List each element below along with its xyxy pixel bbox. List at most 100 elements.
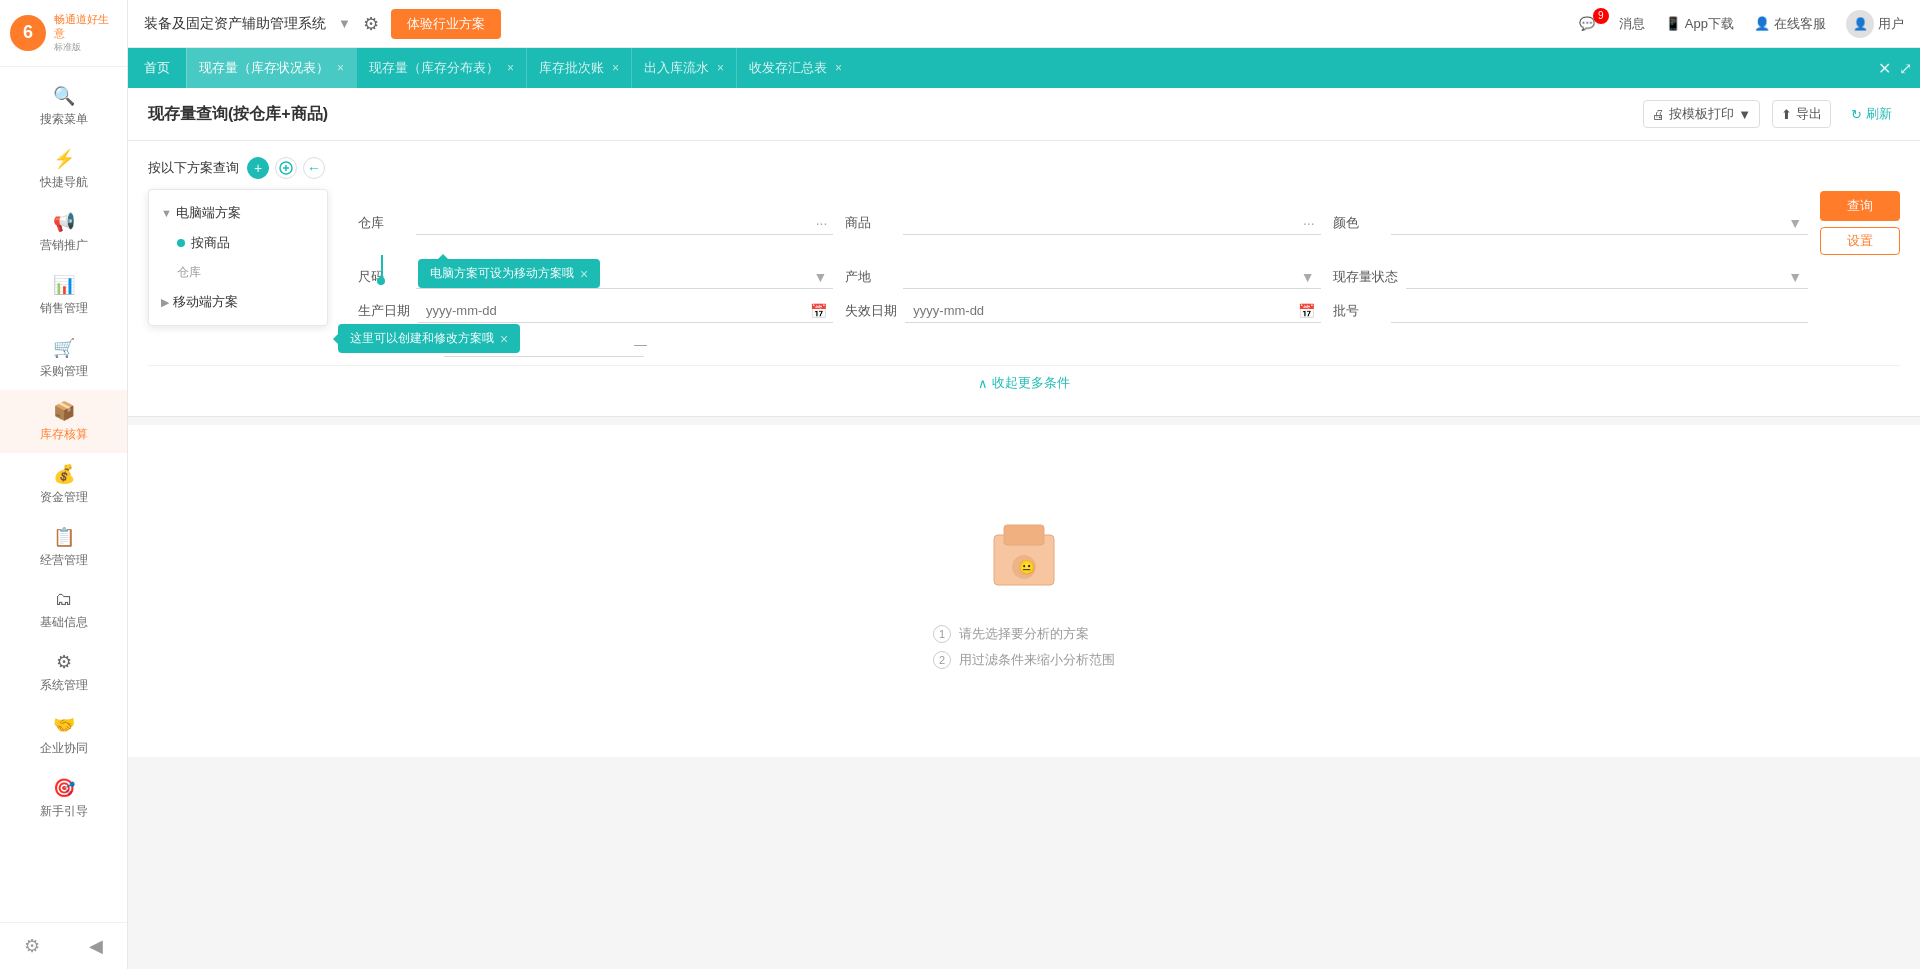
scheme-tree-desktop[interactable]: ▼ 电脑端方案 [149, 198, 327, 228]
goods-field: 商品 ··· [845, 211, 1320, 235]
tab-stock-status[interactable]: 现存量（库存状况表） × [186, 48, 356, 88]
sidebar-item-system[interactable]: ⚙ 系统管理 [0, 641, 127, 704]
settings-icon[interactable]: ⚙ [363, 13, 379, 35]
tab-expand-icon[interactable]: ⤢ [1899, 59, 1912, 78]
tab-close-all-icon[interactable]: ✕ [1878, 59, 1891, 78]
sidebar-item-basic[interactable]: 🗂 基础信息 [0, 579, 127, 641]
origin-field: 产地 ▼ [845, 265, 1320, 289]
collapse-sidebar-icon[interactable]: ◀ [89, 935, 103, 957]
print-dropdown-icon: ▼ [1738, 107, 1751, 122]
expire-date-cal-icon[interactable]: 📅 [1292, 303, 1321, 319]
tab-stock-dist[interactable]: 现存量（库存分布表） × [356, 48, 526, 88]
scheme-tree-warehouse[interactable]: 仓库 [149, 258, 327, 287]
warehouse-more-icon[interactable]: ··· [810, 215, 834, 231]
produce-date-input[interactable] [418, 299, 804, 322]
sidebar-item-finance[interactable]: 💰 资金管理 [0, 453, 127, 516]
goods-more-icon[interactable]: ··· [1297, 215, 1321, 231]
logo-text: 畅通道好生意 [54, 12, 117, 41]
stock-qty-to[interactable] [653, 333, 837, 356]
size-arrow-icon[interactable]: ▼ [807, 269, 833, 285]
finance-icon: 💰 [53, 463, 75, 485]
add-scheme-icon[interactable]: + [247, 157, 269, 179]
expire-date-input[interactable] [905, 299, 1291, 322]
enterprise-icon: 🤝 [53, 714, 75, 736]
page-header: 现存量查询(按仓库+商品) 🖨 按模板打印 ▼ ⬆ 导出 ↻ 刷新 [128, 88, 1920, 141]
tooltip2-close[interactable]: × [500, 331, 508, 347]
messages-action[interactable]: 💬 9 消息 [1579, 15, 1645, 33]
svg-text:😐: 😐 [1018, 559, 1036, 576]
color-arrow-icon[interactable]: ▼ [1782, 215, 1808, 231]
collapse-button[interactable]: ∧ 收起更多条件 [148, 365, 1900, 400]
set-button[interactable]: 设置 [1820, 227, 1900, 255]
empty-text: 1 请先选择要分析的方案 2 用过滤条件来缩小分析范围 [933, 625, 1115, 677]
marketing-icon: 📢 [53, 211, 75, 233]
sidebar-item-label: 搜索菜单 [40, 111, 88, 128]
tab-stock-dist-close[interactable]: × [507, 61, 514, 75]
tab-batch-label: 库存批次账 [539, 59, 604, 77]
sidebar-item-purchase[interactable]: 🛒 采购管理 [0, 327, 127, 390]
tab-summary[interactable]: 收发存汇总表 × [736, 48, 854, 88]
guide-icon: 🎯 [53, 777, 75, 799]
tooltip1-text: 电脑方案可设为移动方案哦 [430, 265, 574, 282]
sidebar-item-guide[interactable]: 🎯 新手引导 [0, 767, 127, 830]
tooltip-create-scheme: 这里可以创建和修改方案哦 × [338, 324, 520, 353]
tab-inout-close[interactable]: × [717, 61, 724, 75]
scheme-tree-mobile[interactable]: ▶ 移动端方案 [149, 287, 327, 317]
step1-text: 请先选择要分析的方案 [959, 625, 1089, 643]
sidebar-item-search[interactable]: 🔍 搜索菜单 [0, 75, 127, 138]
step2-num: 2 [933, 651, 951, 669]
produce-date-field: 生产日期 📅 [358, 299, 833, 323]
edit-scheme-icon[interactable] [275, 157, 297, 179]
tab-bar-end: ✕ ⤢ [1878, 59, 1920, 78]
print-icon: 🖨 [1652, 107, 1665, 122]
stock-icon: 📦 [53, 400, 75, 422]
expire-date-label: 失效日期 [845, 302, 897, 320]
sidebar-item-marketing[interactable]: 📢 营销推广 [0, 201, 127, 264]
tab-inout[interactable]: 出入库流水 × [631, 48, 736, 88]
goods-input[interactable] [903, 211, 1297, 234]
warehouse-label: 仓库 [358, 214, 408, 232]
origin-arrow-icon[interactable]: ▼ [1295, 269, 1321, 285]
sidebar-item-sales[interactable]: 📊 销售管理 [0, 264, 127, 327]
export-button[interactable]: ⬆ 导出 [1772, 100, 1831, 128]
stock-status-arrow-icon[interactable]: ▼ [1782, 269, 1808, 285]
print-button[interactable]: 🖨 按模板打印 ▼ [1643, 100, 1760, 128]
step1-num: 1 [933, 625, 951, 643]
scheme-tree-sub[interactable]: 按商品 [149, 228, 327, 258]
tab-stock-status-close[interactable]: × [337, 61, 344, 75]
sidebar-item-enterprise[interactable]: 🤝 企业协同 [0, 704, 127, 767]
stock-status-field: 现存量状态 ▼ [1333, 265, 1808, 289]
sidebar-item-operations[interactable]: 📋 经营管理 [0, 516, 127, 579]
collapse-up-icon: ∧ [978, 376, 988, 391]
purchase-icon: 🛒 [53, 337, 75, 359]
app-download-action[interactable]: 📱 App下载 [1665, 15, 1734, 33]
search-button[interactable]: 查询 [1820, 191, 1900, 221]
color-input[interactable] [1391, 211, 1782, 234]
sidebar-menu: 🔍 搜索菜单 ⚡ 快捷导航 📢 营销推广 📊 销售管理 🛒 采购管理 📦 库存核… [0, 67, 127, 922]
user-action[interactable]: 👤 用户 [1846, 10, 1904, 38]
tab-batch-close[interactable]: × [612, 61, 619, 75]
sidebar-item-stock[interactable]: 📦 库存核算 [0, 390, 127, 453]
filter-row-4: 现存量（主） — [358, 333, 1900, 357]
settings-bottom-icon[interactable]: ⚙ [24, 935, 40, 957]
tooltip1-close[interactable]: × [580, 266, 588, 282]
sidebar-item-label: 营销推广 [40, 237, 88, 254]
origin-input[interactable] [903, 265, 1294, 288]
sidebar-item-nav[interactable]: ⚡ 快捷导航 [0, 138, 127, 201]
refresh-button[interactable]: ↻ 刷新 [1843, 101, 1900, 127]
sidebar-item-label: 企业协同 [40, 740, 88, 757]
batch-no-input[interactable] [1391, 299, 1808, 322]
tab-batch[interactable]: 库存批次账 × [526, 48, 631, 88]
tab-summary-close[interactable]: × [835, 61, 842, 75]
system-dropdown-icon[interactable]: ▼ [338, 16, 351, 31]
warehouse-input[interactable] [416, 211, 810, 234]
scheme-mobile-arrow-icon: ▶ [161, 296, 169, 309]
online-support-action[interactable]: 👤 在线客服 [1754, 15, 1826, 33]
tab-home[interactable]: 首页 [128, 48, 186, 88]
stock-status-input[interactable] [1406, 265, 1782, 288]
arrow-left-icon[interactable]: ← [303, 157, 325, 179]
step2-text: 用过滤条件来缩小分析范围 [959, 651, 1115, 669]
trial-button[interactable]: 体验行业方案 [391, 9, 501, 39]
filter-title-row: 按以下方案查询 + ← [148, 157, 1900, 179]
produce-date-cal-icon[interactable]: 📅 [804, 303, 833, 319]
